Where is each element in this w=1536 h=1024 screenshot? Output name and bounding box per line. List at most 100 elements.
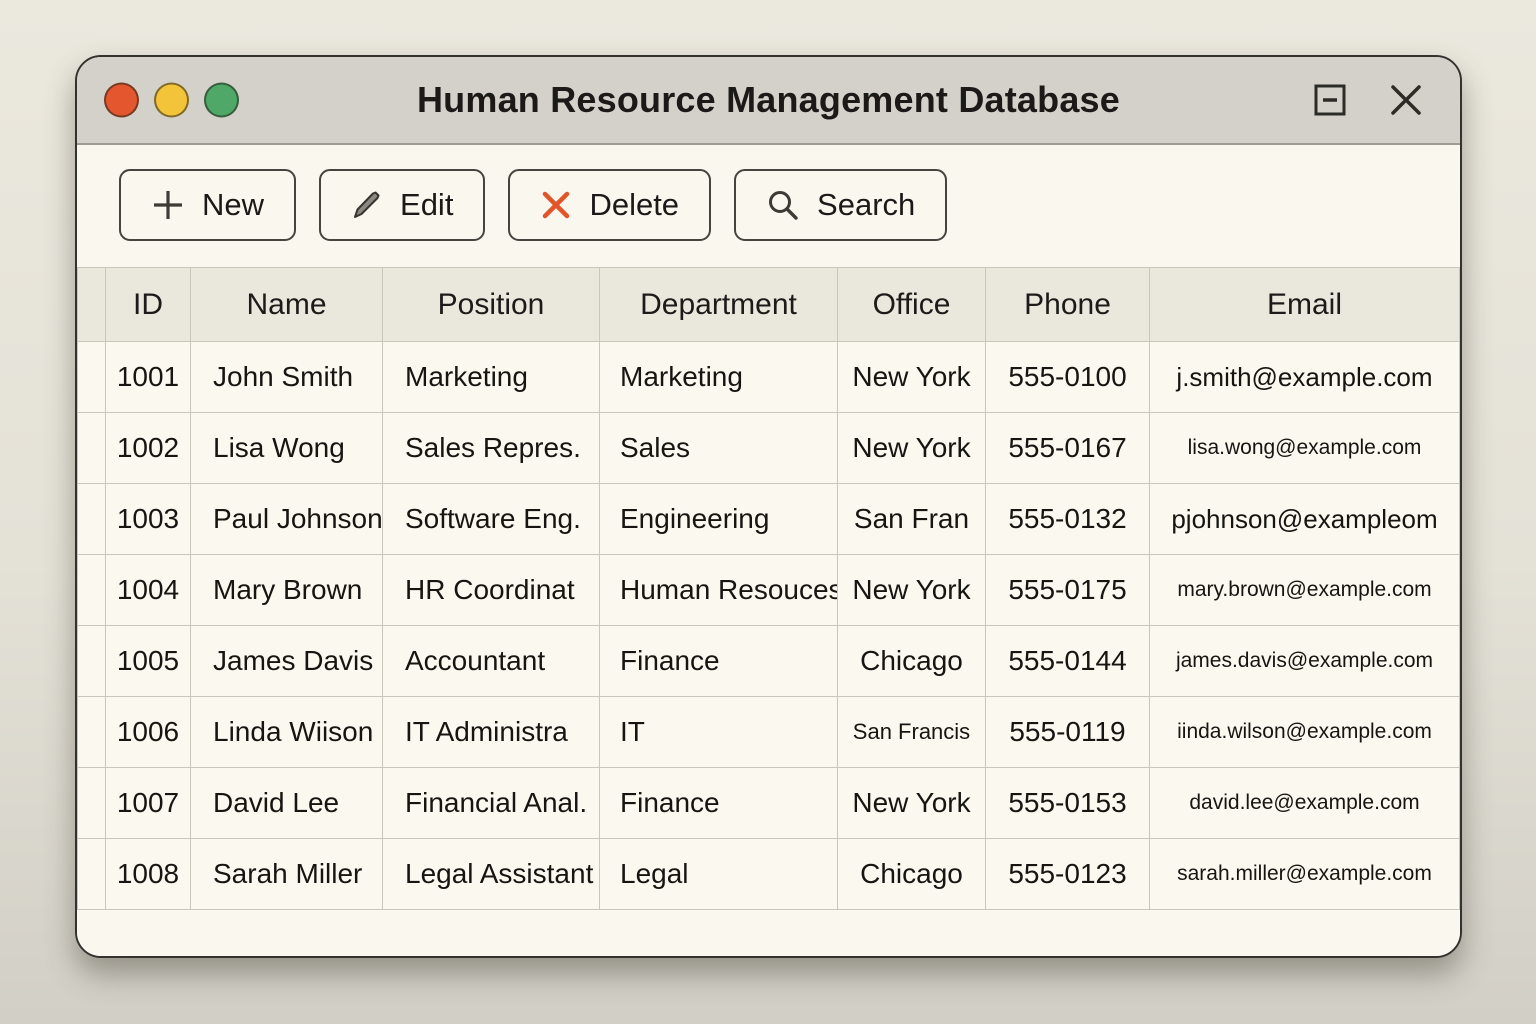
cell-position[interactable]: IT Administra [382,696,600,768]
cell-position[interactable]: Sales Repres. [382,412,600,484]
table-row[interactable]: 1007 David Lee Financial Anal. Finance New Y… [77,767,1460,839]
table-row[interactable]: 1003 Paul Johnson Software Eng. Engineering… [77,483,1460,555]
cell-email[interactable]: james.davis@example.com [1149,625,1460,697]
window-controls [1312,82,1424,118]
cell-position[interactable]: HR Coordinat [382,554,600,626]
cell-id[interactable]: 1004 [105,554,191,626]
column-header-position: Position [382,267,600,342]
cell-name[interactable]: John Smith [190,341,383,413]
cell-office[interactable]: New York [837,554,986,626]
magnifier-icon [766,188,800,222]
cell-position[interactable]: Financial Anal. [382,767,600,839]
column-header-department: Department [599,267,838,342]
cell-phone[interactable]: 555-0167 [985,412,1150,484]
cell-position[interactable]: Legal Assistant [382,838,600,910]
cell-office[interactable]: San Fran [837,483,986,555]
toolbar: New Edit Delete Search [77,145,1460,267]
column-header-phone: Phone [985,267,1150,342]
cell-department[interactable]: Legal [599,838,838,910]
minimize-icon[interactable] [1312,82,1348,118]
cell-position[interactable]: Accountant [382,625,600,697]
row-gutter [77,838,106,910]
cell-office[interactable]: Chicago [837,625,986,697]
cell-id[interactable]: 1006 [105,696,191,768]
cell-email[interactable]: sarah.miller@example.com [1149,838,1460,910]
cell-office[interactable]: New York [837,412,986,484]
cell-office[interactable]: San Francis [837,696,986,768]
table-body: 1001 John Smith Marketing Marketing New York… [77,341,1460,910]
table-row[interactable]: 1004 Mary Brown HR Coordinat Human Resouces… [77,554,1460,626]
table-row[interactable]: 1002 Lisa Wong Sales Repres. Sales New York 5… [77,412,1460,484]
cell-office[interactable]: New York [837,767,986,839]
plus-icon [151,188,185,222]
row-gutter [77,554,106,626]
cell-position[interactable]: Software Eng. [382,483,600,555]
cell-name[interactable]: Linda Wiison [190,696,383,768]
delete-button[interactable]: Delete [508,169,712,241]
row-gutter [77,341,106,413]
cell-name[interactable]: David Lee [190,767,383,839]
app-window: Human Resource Management Database New E… [75,55,1462,958]
table-area: ID Name Position Department Office Phone Email… [77,267,1460,956]
window-title: Human Resource Management Database [416,79,1121,120]
row-gutter [77,412,106,484]
x-icon [540,189,572,221]
delete-button-label: Delete [589,187,680,222]
desktop-background: { "window": { "title": "Human Resource M… [0,0,1536,1024]
cell-email[interactable]: iinda.wilson@example.com [1149,696,1460,768]
table-header-row: ID Name Position Department Office Phone Email [77,267,1460,342]
cell-phone[interactable]: 555-0132 [985,483,1150,555]
cell-department[interactable]: IT [599,696,838,768]
cell-id[interactable]: 1002 [105,412,191,484]
row-gutter [77,696,106,768]
row-gutter-header [77,267,106,342]
cell-name[interactable]: Mary Brown [190,554,383,626]
cell-department[interactable]: Sales [599,412,838,484]
cell-department[interactable]: Finance [599,625,838,697]
cell-phone[interactable]: 555-0175 [985,554,1150,626]
cell-position[interactable]: Marketing [382,341,600,413]
edit-button[interactable]: Edit [319,169,486,241]
cell-id[interactable]: 1003 [105,483,191,555]
cell-id[interactable]: 1001 [105,341,191,413]
column-header-name: Name [190,267,383,342]
cell-email[interactable]: david.lee@example.com [1149,767,1460,839]
cell-department[interactable]: Engineering [599,483,838,555]
cell-name[interactable]: Paul Johnson [190,483,383,555]
table-row[interactable]: 1001 John Smith Marketing Marketing New York… [77,341,1460,413]
title-bar: Human Resource Management Database [77,57,1460,145]
row-gutter [77,767,106,839]
cell-phone[interactable]: 555-0100 [985,341,1150,413]
search-button[interactable]: Search [734,169,948,241]
cell-department[interactable]: Marketing [599,341,838,413]
new-button-label: New [202,187,265,222]
cell-phone[interactable]: 555-0144 [985,625,1150,697]
cell-phone[interactable]: 555-0119 [985,696,1150,768]
search-button-label: Search [817,187,916,222]
cell-id[interactable]: 1008 [105,838,191,910]
cell-phone[interactable]: 555-0153 [985,767,1150,839]
cell-department[interactable]: Human Resouces [599,554,838,626]
cell-office[interactable]: Chicago [837,838,986,910]
table-row[interactable]: 1005 James Davis Accountant Finance Chicago 5… [77,625,1460,697]
new-button[interactable]: New [119,169,297,241]
cell-name[interactable]: James Davis [190,625,383,697]
table-row[interactable]: 1006 Linda Wiison IT Administra IT San Franc… [77,696,1460,768]
cell-email[interactable]: mary.brown@example.com [1149,554,1460,626]
column-header-office: Office [837,267,986,342]
cell-phone[interactable]: 555-0123 [985,838,1150,910]
cell-office[interactable]: New York [837,341,986,413]
cell-email[interactable]: lisa.wong@example.com [1149,412,1460,484]
cell-id[interactable]: 1005 [105,625,191,697]
cell-name[interactable]: Lisa Wong [190,412,383,484]
cell-id[interactable]: 1007 [105,767,191,839]
column-header-id: ID [105,267,191,342]
cell-email[interactable]: pjohnson@exampleom [1149,483,1460,555]
cell-email[interactable]: j.smith@example.com [1149,341,1460,413]
close-icon[interactable] [1388,82,1424,118]
table-row[interactable]: 1008 Sarah Miller Legal Assistant Legal Chic… [77,838,1460,910]
row-gutter [77,625,106,697]
pencil-icon [351,189,383,221]
cell-name[interactable]: Sarah Miller [190,838,383,910]
cell-department[interactable]: Finance [599,767,838,839]
